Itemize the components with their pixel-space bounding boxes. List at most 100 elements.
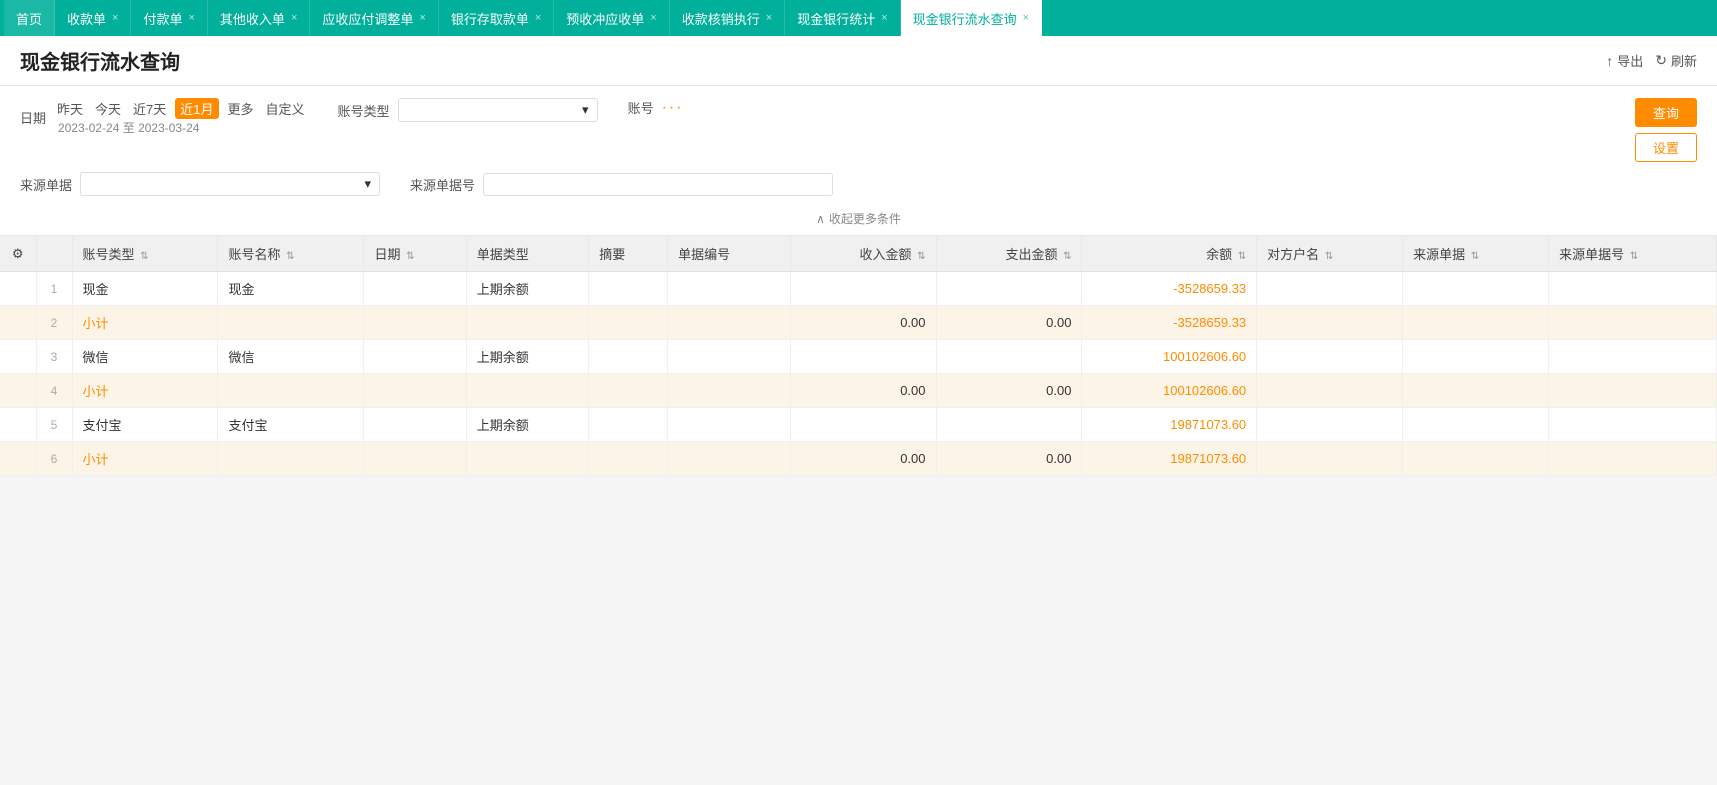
date-shortcut-近7天[interactable]: 近7天 [130,98,169,119]
nav-tab-ap-adjust-label: 应收应付调整单 [322,9,413,28]
date-range-text: 2023-02-24 至 2023-03-24 [58,119,308,136]
row-source-doc [1403,306,1549,340]
row-gear [0,374,36,408]
row-counterpart [1257,306,1403,340]
source-doc-select[interactable]: ▾ [80,172,380,196]
nav-tab-collection-exec[interactable]: 收款核销执行 × [670,0,785,36]
nav-tab-other-income[interactable]: 其他收入单 × [208,0,310,36]
source-doc-num-filter-group: 来源单据号 [410,173,833,196]
query-button[interactable]: 查询 [1635,98,1697,127]
nav-tab-ap-adjust-close[interactable]: × [419,12,425,24]
row-doc-type [466,306,588,340]
row-account-type: 小计 [72,306,218,340]
sort-account-type-icon: ⇅ [140,251,148,262]
nav-tab-payments-close[interactable]: × [188,12,194,24]
row-gear [0,306,36,340]
account-type-label: 账号类型 [338,101,390,120]
col-balance[interactable]: 余额 ⇅ [1082,236,1257,272]
row-doc-num [668,442,790,476]
refresh-icon: ↻ [1655,52,1667,69]
nav-tab-home[interactable]: 首页 [4,0,55,36]
col-account-type-label: 账号类型 [83,247,135,262]
row-balance: 19871073.60 [1082,408,1257,442]
row-source-doc-num [1549,442,1717,476]
row-doc-num [668,374,790,408]
row-account-name: 现金 [218,272,364,306]
refresh-button[interactable]: ↻ 刷新 [1655,51,1697,70]
nav-tab-bank-deposit-close[interactable]: × [535,12,541,24]
nav-tab-cash-bank-flow-close[interactable]: × [1023,12,1029,24]
table-row[interactable]: 4小计0.000.00100102606.60 [0,374,1717,408]
source-doc-num-input[interactable] [483,173,833,196]
row-expense [936,340,1082,374]
nav-tab-cash-bank-flow[interactable]: 现金银行流水查询 × [901,0,1042,36]
row-doc-num [668,408,790,442]
col-account-name-label: 账号名称 [228,247,280,262]
col-counterpart[interactable]: 对方户名 ⇅ [1257,236,1403,272]
nav-tab-payments[interactable]: 付款单 × [131,0,207,36]
nav-tab-bank-deposit[interactable]: 银行存取款单 × [439,0,554,36]
col-date-label: 日期 [374,247,400,262]
table-row[interactable]: 1现金现金上期余额-3528659.33 [0,272,1717,306]
nav-tab-other-income-close[interactable]: × [291,12,297,24]
row-doc-type [466,374,588,408]
nav-tab-ap-adjust[interactable]: 应收应付调整单 × [310,0,438,36]
row-income: 0.00 [790,374,936,408]
col-doc-type-label: 单据类型 [477,247,529,262]
nav-tab-advance-offset[interactable]: 预收冲应收单 × [554,0,669,36]
row-date [364,408,466,442]
account-more-dots[interactable]: ··· [662,99,684,117]
nav-tab-cash-bank-stats[interactable]: 现金银行统计 × [785,0,900,36]
col-account-name[interactable]: 账号名称 ⇅ [218,236,364,272]
date-shortcut-更多[interactable]: 更多 [225,98,257,119]
row-source-doc-num [1549,408,1717,442]
row-doc-type: 上期余额 [466,340,588,374]
row-counterpart [1257,340,1403,374]
col-date[interactable]: 日期 ⇅ [364,236,466,272]
row-income [790,272,936,306]
col-account-type[interactable]: 账号类型 ⇅ [72,236,218,272]
nav-tab-receipts[interactable]: 收款单 × [55,0,131,36]
col-summary: 摘要 [589,236,668,272]
col-counterpart-label: 对方户名 [1267,247,1319,262]
export-button[interactable]: ↑ 导出 [1606,51,1643,70]
date-shortcut-今天[interactable]: 今天 [92,98,124,119]
row-counterpart [1257,374,1403,408]
table-header-row: ⚙ 账号类型 ⇅ 账号名称 ⇅ 日期 ⇅ 单据类型 摘要 [0,236,1717,272]
row-doc-num [668,272,790,306]
nav-tab-receipts-close[interactable]: × [112,12,118,24]
table-row[interactable]: 6小计0.000.0019871073.60 [0,442,1717,476]
col-source-doc[interactable]: 来源单据 ⇅ [1403,236,1549,272]
row-source-doc-num [1549,340,1717,374]
row-date [364,340,466,374]
nav-tab-advance-offset-close[interactable]: × [650,12,656,24]
settings-button[interactable]: 设置 [1635,133,1697,162]
row-summary [589,306,668,340]
row-date [364,272,466,306]
date-shortcut-自定义[interactable]: 自定义 [263,98,308,119]
date-filter-group: 日期 昨天今天近7天近1月更多自定义 2023-02-24 至 2023-03-… [20,98,308,136]
date-shortcut-昨天[interactable]: 昨天 [54,98,86,119]
nav-tab-collection-exec-close[interactable]: × [766,12,772,24]
row-source-doc-num [1549,306,1717,340]
account-label: 账号 [628,98,654,117]
table-row[interactable]: 5支付宝支付宝上期余额19871073.60 [0,408,1717,442]
table-row[interactable]: 3微信微信上期余额100102606.60 [0,340,1717,374]
col-expense[interactable]: 支出金额 ⇅ [936,236,1082,272]
date-shortcut-近1月[interactable]: 近1月 [175,98,218,119]
col-income-label: 收入金额 [859,247,911,262]
col-income[interactable]: 收入金额 ⇅ [790,236,936,272]
row-counterpart [1257,272,1403,306]
table-row[interactable]: 2小计0.000.00-3528659.33 [0,306,1717,340]
nav-tab-cash-bank-stats-close[interactable]: × [881,12,887,24]
nav-tab-payments-label: 付款单 [143,9,182,28]
account-type-select[interactable]: ▾ [398,98,598,122]
col-source-doc-num[interactable]: 来源单据号 ⇅ [1549,236,1717,272]
row-index: 4 [36,374,72,408]
sort-account-name-icon: ⇅ [286,251,294,262]
row-index: 6 [36,442,72,476]
col-gear[interactable]: ⚙ [0,236,36,272]
collapse-bar[interactable]: ∧ 收起更多条件 [20,206,1697,235]
row-balance: 19871073.60 [1082,442,1257,476]
col-balance-label: 余额 [1206,247,1232,262]
